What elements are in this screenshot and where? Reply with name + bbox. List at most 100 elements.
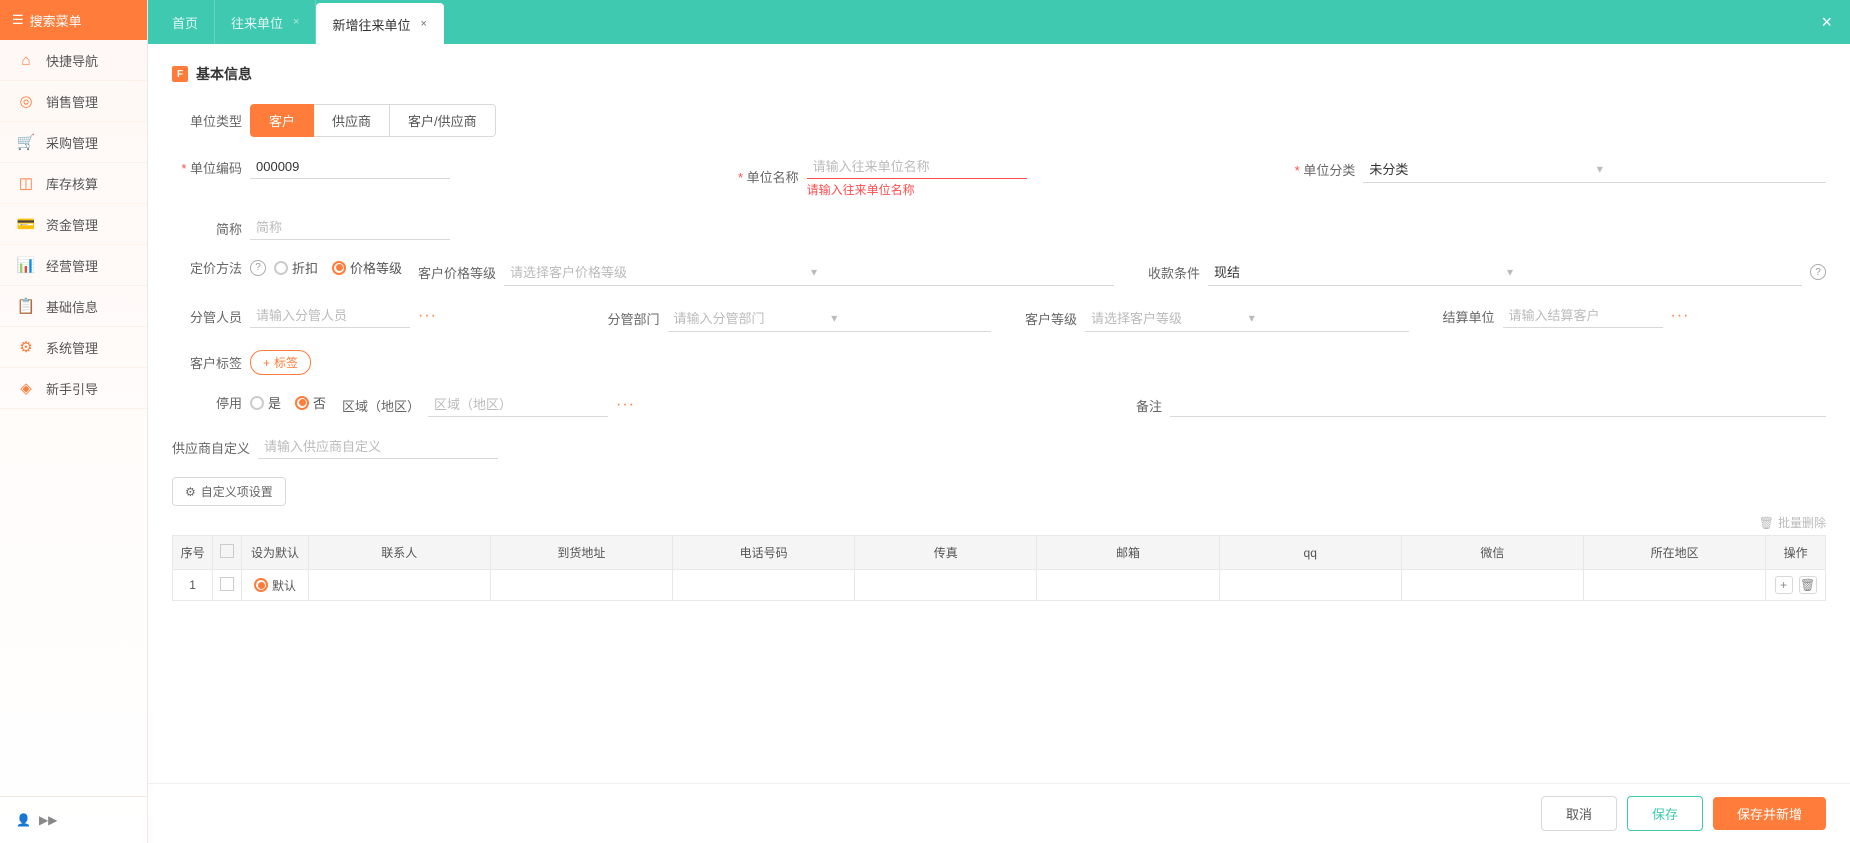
email-input[interactable] [1043, 578, 1212, 592]
finance-icon: 💳 [16, 214, 36, 234]
save-new-button[interactable]: 保存并新增 [1713, 797, 1826, 830]
supplier-custom-input[interactable] [258, 435, 498, 459]
settlement-ellipsis[interactable]: ··· [1671, 307, 1690, 325]
add-tag-label: 标签 [274, 354, 298, 371]
tab-partner-label: 往来单位 [231, 13, 283, 32]
form-content: F 基本信息 单位类型 客户 供应商 客户/供应商 单位编码 单位名称 [148, 44, 1850, 783]
short-name-input[interactable] [250, 216, 450, 240]
row-default-radio[interactable]: 默认 [248, 577, 301, 594]
pricing-field: 定价方法 ? 折扣 价格等级 [172, 258, 402, 277]
settlement-input[interactable] [1503, 304, 1663, 328]
disable-yes-label: 是 [268, 393, 281, 412]
td-region[interactable] [1584, 570, 1766, 601]
td-contact[interactable] [308, 570, 490, 601]
row-add-button[interactable]: + [1775, 576, 1793, 594]
sales-icon: ◎ [16, 91, 36, 111]
phone-input[interactable] [679, 578, 848, 592]
disable-no-radio[interactable] [295, 396, 309, 410]
unit-name-label: 单位名称 [729, 167, 799, 186]
row-delete-button[interactable]: 🗑 [1799, 576, 1817, 594]
type-btn-customer[interactable]: 客户 [250, 104, 314, 137]
unit-code-input[interactable] [250, 155, 450, 179]
wechat-input[interactable] [1408, 578, 1577, 592]
unit-category-field: 单位分类 未分类 ▾ [1285, 155, 1826, 183]
remark-input[interactable] [1170, 393, 1826, 417]
tab-new-partner[interactable]: 新增往来单位 × [316, 3, 443, 45]
type-btn-supplier[interactable]: 供应商 [314, 104, 390, 137]
sidebar-label-purchase: 采购管理 [46, 133, 98, 152]
region-row-input[interactable] [1590, 578, 1759, 592]
td-qq[interactable] [1219, 570, 1401, 601]
window-close-button[interactable]: × [1811, 12, 1842, 33]
custom-settings-button[interactable]: ⚙ 自定义项设置 [172, 477, 286, 506]
sidebar-item-basic[interactable]: 📋 基础信息 [0, 286, 147, 327]
pricing-help-icon[interactable]: ? [250, 260, 266, 276]
default-radio-circle[interactable] [254, 578, 268, 592]
type-btn-both[interactable]: 客户/供应商 [390, 104, 496, 137]
sidebar-item-sales[interactable]: ◎ 销售管理 [0, 81, 147, 122]
region-input[interactable] [428, 393, 608, 417]
td-address[interactable] [490, 570, 672, 601]
unit-type-label: 单位类型 [172, 111, 242, 130]
unit-type-buttons: 客户 供应商 客户/供应商 [250, 104, 496, 137]
tab-new-partner-close[interactable]: × [420, 18, 426, 30]
sidebar: ☰ 搜索菜单 ⌂ 快捷导航 ◎ 销售管理 🛒 采购管理 ◫ 库存核算 💳 资金管… [0, 0, 148, 843]
unit-name-input[interactable] [807, 155, 1027, 179]
td-email[interactable] [1037, 570, 1219, 601]
payment-select[interactable]: 现结 ▾ [1208, 258, 1802, 286]
sidebar-item-system[interactable]: ⚙ 系统管理 [0, 327, 147, 368]
tab-home-label: 首页 [172, 13, 198, 32]
sidebar-item-operations[interactable]: 📊 经营管理 [0, 245, 147, 286]
row-checkbox[interactable] [220, 577, 234, 591]
save-button[interactable]: 保存 [1627, 796, 1703, 831]
address-input[interactable] [497, 578, 666, 592]
tab-home[interactable]: 首页 [156, 0, 215, 44]
td-ops: + 🗑 [1766, 570, 1826, 601]
payment-help-icon[interactable]: ? [1810, 264, 1826, 280]
price-level-label: 客户价格等级 [418, 263, 496, 282]
td-default: 默认 [242, 570, 308, 601]
manager-ellipsis[interactable]: ··· [418, 307, 437, 325]
sidebar-search[interactable]: ☰ 搜索菜单 [0, 0, 147, 40]
pricing-level-radio[interactable] [332, 261, 346, 275]
sidebar-label-operations: 经营管理 [46, 256, 98, 275]
disable-yes[interactable]: 是 [250, 393, 281, 412]
th-checkbox-input[interactable] [220, 544, 234, 558]
unit-type-row: 单位类型 客户 供应商 客户/供应商 [172, 104, 1826, 137]
region-ellipsis[interactable]: ··· [616, 396, 635, 414]
disable-yes-radio[interactable] [250, 396, 264, 410]
td-wechat[interactable] [1401, 570, 1583, 601]
supplier-custom-row: 供应商自定义 [172, 435, 1826, 459]
fax-input[interactable] [861, 578, 1030, 592]
pricing-discount-radio[interactable] [274, 261, 288, 275]
sidebar-label-inventory: 库存核算 [46, 174, 98, 193]
customer-level-label: 客户等级 [1007, 309, 1077, 328]
td-phone[interactable] [673, 570, 855, 601]
dept-select[interactable]: 请输入分管部门 ▾ [668, 304, 992, 332]
price-level-placeholder: 请选择客户价格等级 [510, 262, 807, 281]
tab-partner[interactable]: 往来单位 × [215, 0, 316, 44]
th-phone: 电话号码 [673, 536, 855, 570]
cancel-button[interactable]: 取消 [1541, 796, 1617, 831]
sidebar-item-finance[interactable]: 💳 资金管理 [0, 204, 147, 245]
disable-no[interactable]: 否 [295, 393, 326, 412]
tab-partner-close[interactable]: × [293, 16, 299, 28]
td-fax[interactable] [855, 570, 1037, 601]
sidebar-item-inventory[interactable]: ◫ 库存核算 [0, 163, 147, 204]
sidebar-item-guide[interactable]: ◈ 新手引导 [0, 368, 147, 409]
add-tag-button[interactable]: + 标签 [250, 350, 311, 375]
customer-level-select[interactable]: 请选择客户等级 ▾ [1085, 304, 1409, 332]
th-address: 到货地址 [490, 536, 672, 570]
sidebar-item-quick-nav[interactable]: ⌂ 快捷导航 [0, 40, 147, 81]
pricing-level[interactable]: 价格等级 [332, 258, 402, 277]
manager-input[interactable] [250, 304, 410, 328]
section-title: 基本信息 [196, 64, 252, 84]
guide-icon: ◈ [16, 378, 36, 398]
price-level-select[interactable]: 请选择客户价格等级 ▾ [504, 258, 1114, 286]
unit-category-select[interactable]: 未分类 ▾ [1363, 155, 1826, 183]
pricing-discount[interactable]: 折扣 [274, 258, 318, 277]
sidebar-item-purchase[interactable]: 🛒 采购管理 [0, 122, 147, 163]
sidebar-bottom-item[interactable]: 👤 ▶▶ [0, 805, 147, 835]
contact-input[interactable] [315, 578, 484, 592]
qq-input[interactable] [1226, 578, 1395, 592]
